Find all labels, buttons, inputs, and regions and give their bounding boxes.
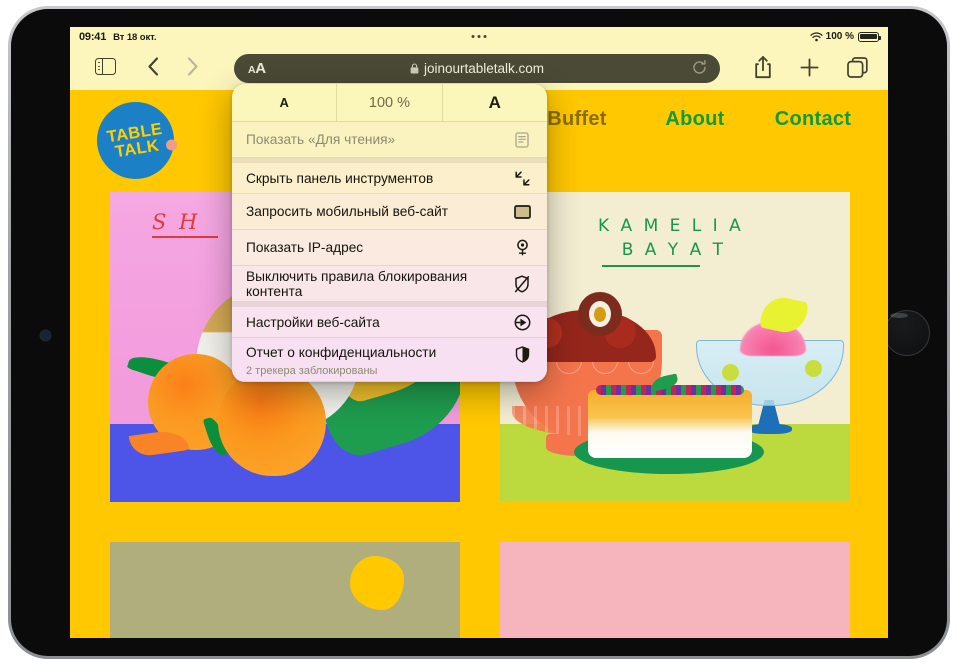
battery-percent: 100 % bbox=[825, 31, 854, 42]
toolbar-right-actions bbox=[754, 56, 868, 79]
nav-link-contact[interactable]: Contact bbox=[754, 108, 872, 131]
multitasking-dots-icon[interactable] bbox=[471, 35, 487, 38]
website-settings-icon bbox=[511, 314, 533, 331]
address-bar[interactable]: AA joinourtabletalk.com bbox=[234, 54, 720, 83]
reader-view-icon bbox=[511, 131, 533, 148]
menu-item-disable-content-blockers[interactable]: Выключить правила блокирования контента bbox=[232, 266, 547, 302]
artwork-row-2 bbox=[110, 542, 870, 638]
artwork-b-signature: K A M E L I A B A Y A T bbox=[598, 216, 744, 267]
privacy-report-icon bbox=[511, 346, 533, 363]
status-bar: 09:41 Вт 18 окт. 100 % bbox=[70, 27, 888, 46]
request-mobile-site-icon bbox=[511, 204, 533, 219]
artwork-pink[interactable] bbox=[500, 542, 850, 638]
wifi-icon bbox=[809, 32, 823, 42]
lock-icon bbox=[410, 63, 419, 74]
page-settings-popover: A 100 % A Показать «Для чтения» Скрыть п… bbox=[232, 84, 547, 382]
content-blocker-off-icon bbox=[511, 274, 533, 293]
ipad-device: 09:41 Вт 18 окт. 100 % AA joinourtableta… bbox=[0, 0, 958, 665]
artwork-b-signature-line-2: B A Y A T bbox=[621, 240, 727, 260]
artwork-b-signature-line-1: K A M E L I A bbox=[598, 216, 744, 236]
tab-overview-icon[interactable] bbox=[847, 57, 868, 78]
cake-shape bbox=[588, 373, 752, 458]
aa-large-label: A bbox=[255, 59, 266, 77]
share-icon[interactable] bbox=[754, 56, 772, 79]
zoom-in-button[interactable]: A bbox=[441, 84, 547, 121]
logo-text: TABLE TALK bbox=[105, 119, 178, 161]
reload-icon[interactable] bbox=[692, 59, 707, 78]
artwork-a-signature: S H bbox=[152, 210, 219, 238]
menu-item-privacy-report[interactable]: Отчет о конфиденциальности 2 трекера заб… bbox=[232, 338, 547, 382]
orange-fruit-2 bbox=[218, 368, 326, 476]
menu-item-show-ip-address-label: Показать IP-адрес bbox=[246, 240, 364, 255]
artwork-still-life-desserts[interactable]: K A M E L I A B A Y A T bbox=[500, 192, 850, 502]
forward-button bbox=[183, 57, 202, 76]
menu-item-hide-toolbar-label: Скрыть панель инструментов bbox=[246, 170, 434, 186]
menu-item-request-mobile-site[interactable]: Запросить мобильный веб-сайт bbox=[232, 194, 547, 230]
sidebar-toggle-icon[interactable] bbox=[95, 57, 116, 75]
site-logo[interactable]: TABLE TALK bbox=[97, 102, 178, 179]
site-nav-links: Buffet About Contact bbox=[518, 108, 872, 131]
menu-item-show-reader[interactable]: Показать «Для чтения» bbox=[232, 122, 547, 158]
url-text-group: joinourtabletalk.com bbox=[234, 61, 720, 76]
zoom-level-label: 100 % bbox=[336, 84, 441, 121]
menu-item-website-settings-label: Настройки веб-сайта bbox=[246, 314, 380, 330]
menu-item-hide-toolbar[interactable]: Скрыть панель инструментов bbox=[232, 158, 547, 194]
menu-item-show-reader-label: Показать «Для чтения» bbox=[246, 132, 396, 147]
menu-item-privacy-report-label: Отчет о конфиденциальности bbox=[246, 345, 437, 360]
status-time: 09:41 bbox=[79, 30, 107, 43]
url-text: joinourtabletalk.com bbox=[423, 61, 545, 76]
hide-toolbar-icon bbox=[511, 170, 533, 187]
menu-item-request-mobile-site-label: Запросить мобильный веб-сайт bbox=[246, 204, 449, 219]
zoom-out-button[interactable]: A bbox=[232, 84, 336, 121]
nav-link-about[interactable]: About bbox=[636, 108, 754, 131]
menu-item-website-settings[interactable]: Настройки веб-сайта bbox=[232, 302, 547, 338]
status-left: 09:41 Вт 18 окт. bbox=[79, 31, 156, 43]
battery-icon bbox=[858, 31, 881, 42]
plus-icon[interactable] bbox=[800, 58, 819, 77]
zoom-controls: A 100 % A bbox=[232, 84, 547, 122]
home-button[interactable] bbox=[884, 310, 930, 356]
artwork-olive[interactable] bbox=[110, 542, 460, 638]
status-date: Вт 18 окт. bbox=[113, 31, 157, 43]
screen: 09:41 Вт 18 окт. 100 % AA joinourtableta… bbox=[70, 27, 888, 638]
cut-date-shape bbox=[578, 292, 622, 336]
menu-item-show-ip-address[interactable]: Показать IP-адрес bbox=[232, 230, 547, 266]
page-settings-button[interactable]: AA bbox=[248, 60, 266, 78]
menu-item-disable-content-blockers-label: Выключить правила блокирования контента bbox=[246, 268, 468, 299]
status-right: 100 % bbox=[809, 31, 881, 42]
back-button[interactable] bbox=[143, 57, 162, 76]
front-camera-icon bbox=[41, 331, 50, 340]
ip-address-icon bbox=[511, 239, 533, 256]
menu-item-privacy-report-sublabel: 2 трекера заблокированы bbox=[246, 365, 378, 377]
logo-dot-icon bbox=[164, 138, 178, 151]
